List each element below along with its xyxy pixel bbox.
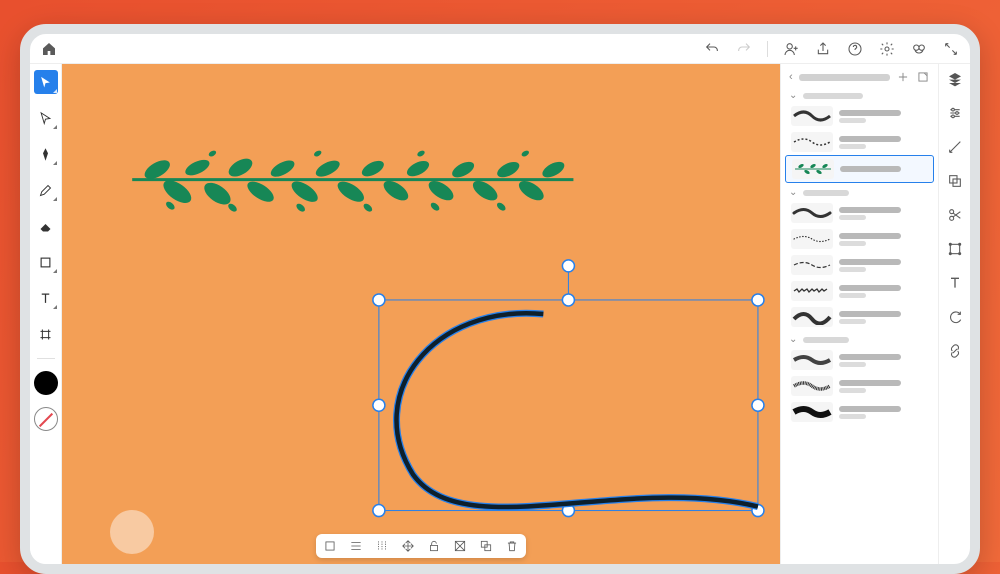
canvas[interactable]: [62, 64, 780, 564]
top-toolbar: [30, 34, 970, 64]
properties-icon[interactable]: [946, 104, 964, 122]
brush-dotted[interactable]: [785, 226, 934, 252]
brush-list: ⌄: [781, 103, 938, 564]
brush-basic-thick[interactable]: [785, 103, 934, 129]
tool-eraser[interactable]: [34, 214, 58, 238]
tool-artboard[interactable]: [34, 322, 58, 346]
combine-icon[interactable]: [946, 172, 964, 190]
context-toolbar: [316, 534, 526, 558]
touch-indicator: [110, 510, 154, 554]
right-toolbar: [938, 64, 970, 564]
undo-icon[interactable]: [703, 40, 721, 58]
redo-icon[interactable]: [735, 40, 753, 58]
brush-dash-thin[interactable]: [785, 252, 934, 278]
settings-icon[interactable]: [878, 40, 896, 58]
view-mode-icon[interactable]: [910, 40, 928, 58]
ctx-group-icon[interactable]: [478, 538, 494, 554]
fullscreen-icon[interactable]: [942, 40, 960, 58]
repeat-icon[interactable]: [946, 308, 964, 326]
chevron-down-icon[interactable]: ⌄: [789, 187, 797, 198]
chevron-down-icon[interactable]: ⌄: [789, 90, 797, 101]
brush-chalk[interactable]: [785, 373, 934, 399]
ctx-properties-icon[interactable]: [322, 538, 338, 554]
brush-charcoal[interactable]: [785, 347, 934, 373]
help-icon[interactable]: [846, 40, 864, 58]
tool-shape[interactable]: [34, 250, 58, 274]
tool-pen[interactable]: [34, 142, 58, 166]
tool-selection[interactable]: [34, 70, 58, 94]
ctx-arrange-icon[interactable]: [374, 538, 390, 554]
brushes-panel: ‹ ⌄: [780, 64, 938, 564]
brush-dashed[interactable]: [785, 129, 934, 155]
type-panel-icon[interactable]: [946, 274, 964, 292]
tool-sidebar: [30, 64, 62, 564]
share-icon[interactable]: [814, 40, 832, 58]
panel-import-icon[interactable]: [916, 70, 930, 84]
ctx-move-icon[interactable]: [400, 538, 416, 554]
ctx-align-icon[interactable]: [348, 538, 364, 554]
ctx-lock-icon[interactable]: [426, 538, 442, 554]
home-icon[interactable]: [40, 40, 58, 58]
brush-marker[interactable]: [785, 399, 934, 425]
tool-direct-select[interactable]: [34, 106, 58, 130]
link-icon[interactable]: [946, 342, 964, 360]
brush-calligraphy[interactable]: [785, 304, 934, 330]
layers-icon[interactable]: [946, 70, 964, 88]
invite-user-icon[interactable]: [782, 40, 800, 58]
tool-type[interactable]: [34, 286, 58, 310]
stroke-color-chip[interactable]: [34, 407, 58, 431]
precision-icon[interactable]: [946, 138, 964, 156]
group-label: [803, 93, 863, 99]
panel-add-icon[interactable]: [896, 70, 910, 84]
ctx-delete-icon[interactable]: [504, 538, 520, 554]
fill-color-chip[interactable]: [34, 371, 58, 395]
panel-title: [799, 74, 890, 81]
brush-taper[interactable]: [785, 200, 934, 226]
chevron-down-icon[interactable]: ⌄: [789, 334, 797, 345]
panel-back-icon[interactable]: ‹: [789, 71, 793, 83]
ctx-mask-icon[interactable]: [452, 538, 468, 554]
scissors-icon[interactable]: [946, 206, 964, 224]
tablet-frame: ‹ ⌄: [20, 24, 980, 574]
object-icon[interactable]: [946, 240, 964, 258]
brush-rough[interactable]: [785, 278, 934, 304]
artwork: [62, 64, 780, 564]
brush-leaf-pattern[interactable]: [785, 155, 934, 183]
tool-pencil[interactable]: [34, 178, 58, 202]
